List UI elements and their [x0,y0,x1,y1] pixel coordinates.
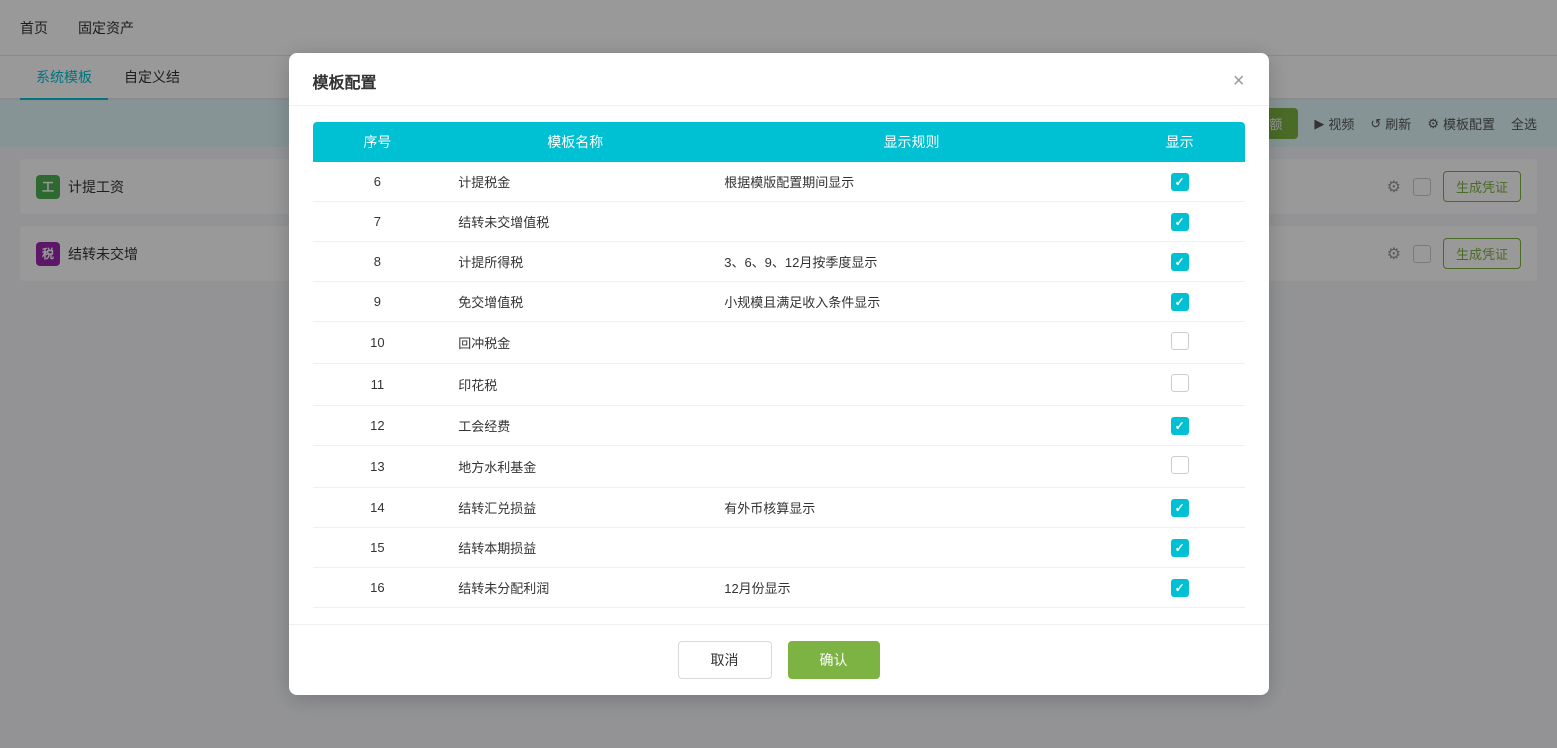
modal-body: 序号 模板名称 显示规则 显示 6计提税金根据模版配置期间显示7结转未交增值税8… [289,106,1269,624]
checkbox-10[interactable] [1171,332,1189,350]
checkbox-13[interactable] [1171,456,1189,474]
template-config-modal: 模板配置 × 序号 模板名称 显示规则 显示 6计提税金根据模版配置期间显示7结… [289,53,1269,695]
cancel-button[interactable]: 取消 [678,641,772,679]
table-row: 10回冲税金 [313,322,1245,364]
table-row: 13地方水利基金 [313,446,1245,488]
table-row: 6计提税金根据模版配置期间显示 [313,162,1245,202]
cell-checkbox [1115,282,1245,322]
cell-name: 结转未分配利润 [442,568,708,608]
checkbox-7[interactable] [1171,213,1189,231]
table-row: 8计提所得税3、6、9、12月按季度显示 [313,242,1245,282]
table-row: 14结转汇兑损益有外币核算显示 [313,488,1245,528]
cell-id: 14 [313,488,443,528]
table-row: 9免交增值税小规模且满足收入条件显示 [313,282,1245,322]
cell-id: 15 [313,528,443,568]
cell-rule [708,528,1115,568]
checkbox-12[interactable] [1171,417,1189,435]
cell-rule: 3、6、9、12月按季度显示 [708,242,1115,282]
modal-footer: 取消 确认 [289,624,1269,695]
cell-name: 计提税金 [442,162,708,202]
cell-id: 10 [313,322,443,364]
col-header-rule: 显示规则 [708,122,1115,162]
cell-id: 6 [313,162,443,202]
cell-checkbox [1115,162,1245,202]
table-row: 7结转未交增值税 [313,202,1245,242]
cell-name: 工会经费 [442,406,708,446]
checkbox-14[interactable] [1171,499,1189,517]
cell-id: 11 [313,364,443,406]
checkbox-6[interactable] [1171,173,1189,191]
cell-checkbox [1115,202,1245,242]
cell-rule [708,322,1115,364]
checkbox-11[interactable] [1171,374,1189,392]
cell-name: 印花税 [442,364,708,406]
modal-overlay: 模板配置 × 序号 模板名称 显示规则 显示 6计提税金根据模版配置期间显示7结… [0,0,1557,748]
cell-checkbox [1115,322,1245,364]
col-header-display: 显示 [1115,122,1245,162]
modal-title: 模板配置 [313,69,377,93]
cell-name: 结转未交增值税 [442,202,708,242]
cell-name: 免交增值税 [442,282,708,322]
cell-rule: 12月份显示 [708,568,1115,608]
table-row: 12工会经费 [313,406,1245,446]
modal-header: 模板配置 × [289,53,1269,106]
cell-checkbox [1115,488,1245,528]
col-header-name: 模板名称 [442,122,708,162]
cell-checkbox [1115,446,1245,488]
cell-id: 13 [313,446,443,488]
table-row: 15结转本期损益 [313,528,1245,568]
cell-id: 8 [313,242,443,282]
cell-checkbox [1115,568,1245,608]
checkbox-15[interactable] [1171,539,1189,557]
config-table: 序号 模板名称 显示规则 显示 6计提税金根据模版配置期间显示7结转未交增值税8… [313,122,1245,608]
cell-checkbox [1115,406,1245,446]
checkbox-8[interactable] [1171,253,1189,271]
cell-name: 结转本期损益 [442,528,708,568]
col-header-id: 序号 [313,122,443,162]
cell-id: 7 [313,202,443,242]
cell-rule [708,364,1115,406]
table-row: 16结转未分配利润12月份显示 [313,568,1245,608]
cell-checkbox [1115,528,1245,568]
close-icon[interactable]: × [1233,71,1245,91]
cell-id: 12 [313,406,443,446]
cell-name: 结转汇兑损益 [442,488,708,528]
cell-name: 计提所得税 [442,242,708,282]
table-row: 11印花税 [313,364,1245,406]
cell-id: 9 [313,282,443,322]
cell-rule [708,202,1115,242]
cell-rule: 小规模且满足收入条件显示 [708,282,1115,322]
cell-rule: 有外币核算显示 [708,488,1115,528]
confirm-button[interactable]: 确认 [788,641,880,679]
checkbox-9[interactable] [1171,293,1189,311]
cell-checkbox [1115,364,1245,406]
cell-rule [708,446,1115,488]
checkbox-16[interactable] [1171,579,1189,597]
cell-name: 地方水利基金 [442,446,708,488]
cell-rule: 根据模版配置期间显示 [708,162,1115,202]
cell-id: 16 [313,568,443,608]
cell-name: 回冲税金 [442,322,708,364]
cell-rule [708,406,1115,446]
cell-checkbox [1115,242,1245,282]
table-header-row: 序号 模板名称 显示规则 显示 [313,122,1245,162]
